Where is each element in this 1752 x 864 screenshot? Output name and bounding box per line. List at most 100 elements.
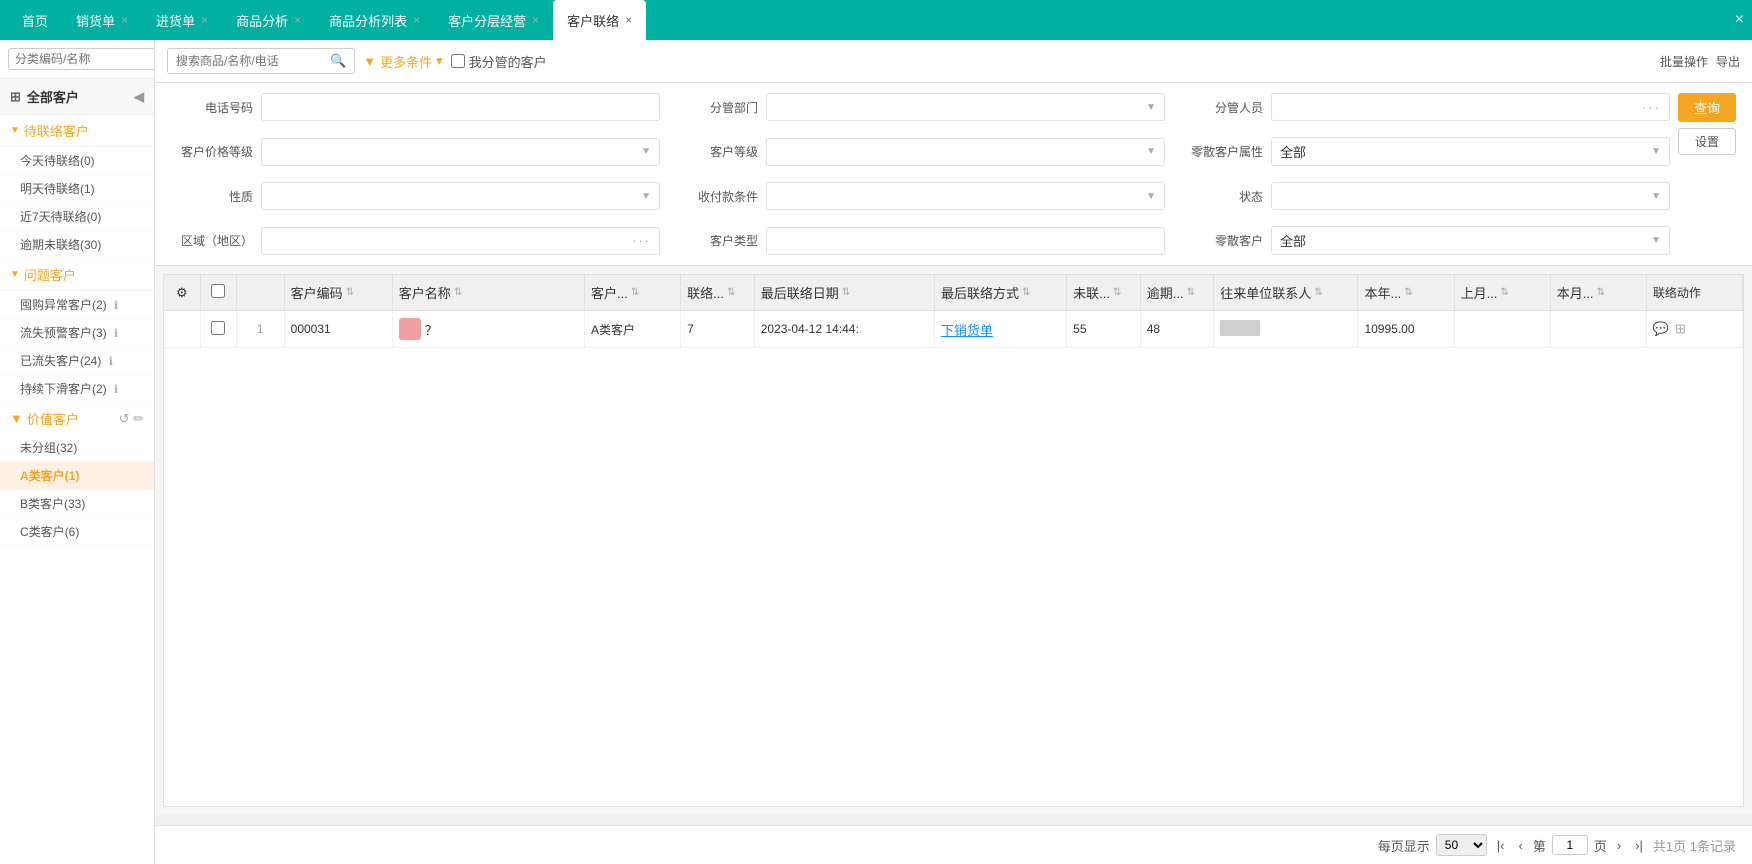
price-level-caret: ▼ <box>641 146 651 157</box>
customer-level-caret: ▼ <box>1146 146 1156 157</box>
th-check[interactable] <box>200 275 236 311</box>
th-this-month[interactable]: 本月...⇅ <box>1550 275 1646 311</box>
first-page-btn[interactable]: |‹ <box>1493 836 1509 855</box>
last-method-link[interactable]: 下销货单 <box>941 323 993 338</box>
nav-customer-layer[interactable]: 客户分层经营 × <box>434 0 553 40</box>
sidebar-item-7days[interactable]: 近7天待联络(0) <box>0 203 154 231</box>
chat-icon[interactable]: 💬 <box>1653 321 1669 337</box>
region-input[interactable]: ··· <box>261 227 660 255</box>
sidebar-item-c-class[interactable]: C类客户(6) <box>0 518 154 546</box>
retail-attr-dropdown[interactable]: 全部 ▼ <box>1271 137 1670 166</box>
person-input[interactable]: ··· <box>1271 93 1670 121</box>
this-month-sort-icon: ⇅ <box>1597 287 1605 298</box>
row-checkbox[interactable] <box>211 321 225 335</box>
th-no-contact[interactable]: 未联...⇅ <box>1067 275 1141 311</box>
last-month-sort-icon: ⇅ <box>1500 287 1508 298</box>
close-all-tabs[interactable]: × <box>1735 11 1744 29</box>
query-btn-group: 查询 设置 <box>1678 93 1736 255</box>
qr-icon[interactable]: ⊞ <box>1675 321 1686 337</box>
filter-more-btn[interactable]: ▼ 更多条件 ▾ <box>363 52 442 71</box>
declining-info-icon: ℹ <box>114 384 118 396</box>
retail-customer-dropdown[interactable]: 全部 ▼ <box>1271 226 1670 255</box>
sidebar-search-input[interactable] <box>8 48 155 70</box>
row-num: 1 <box>236 311 284 348</box>
payment-caret: ▼ <box>1146 191 1156 202</box>
last-page-btn[interactable]: ›| <box>1631 836 1647 855</box>
sidebar-item-hoarding[interactable]: 囤购异常客户(2) ℹ <box>0 291 154 319</box>
payment-dropdown[interactable]: ▼ <box>766 182 1165 210</box>
filter-my-customers[interactable]: 我分管的客户 <box>451 52 547 71</box>
export-btn[interactable]: 导出 <box>1716 53 1740 70</box>
sidebar-item-unclassified[interactable]: 未分组(32) <box>0 434 154 462</box>
page-total: 共1页 1条记录 <box>1653 836 1736 855</box>
next-page-btn[interactable]: › <box>1613 836 1625 855</box>
sidebar-item-today[interactable]: 今天待联络(0) <box>0 147 154 175</box>
query-button[interactable]: 查询 <box>1678 93 1736 122</box>
th-last-date[interactable]: 最后联络日期⇅ <box>754 275 934 311</box>
nav-goods-list[interactable]: 商品分析列表 × <box>315 0 434 40</box>
filter-phone: 电话号码 <box>171 93 660 121</box>
nav-home[interactable]: 首页 <box>8 0 62 40</box>
per-page-select[interactable]: 50 100 200 <box>1436 834 1487 856</box>
nav-goods-analysis[interactable]: 商品分析 × <box>222 0 315 40</box>
nav-sales-close[interactable]: × <box>121 13 128 27</box>
sidebar-item-churn-warning[interactable]: 流失预警客户(3) ℹ <box>0 319 154 347</box>
th-contact[interactable]: 联络...⇅ <box>681 275 755 311</box>
nav-customer-layer-close[interactable]: × <box>532 13 539 27</box>
contact-sort-icon: ⇅ <box>727 287 735 298</box>
filter-search-icon[interactable]: 🔍 <box>330 53 346 69</box>
th-this-year[interactable]: 本年...⇅ <box>1358 275 1454 311</box>
sidebar-collapse-icon[interactable]: ◀ <box>134 89 144 105</box>
nav-goods-analysis-close[interactable]: × <box>294 13 301 27</box>
th-code[interactable]: 客户编码⇅ <box>284 275 392 311</box>
dept-dropdown[interactable]: ▼ <box>766 93 1165 121</box>
th-overdue[interactable]: 逾期...⇅ <box>1140 275 1214 311</box>
select-all-checkbox[interactable] <box>211 284 225 298</box>
th-last-method[interactable]: 最后联络方式⇅ <box>934 275 1066 311</box>
nav-customer-contact[interactable]: 客户联络 × <box>553 0 646 40</box>
my-customers-checkbox[interactable] <box>451 54 465 68</box>
pending-arrow: ▼ <box>10 125 20 136</box>
sidebar-item-churned[interactable]: 已流失客户(24) ℹ <box>0 347 154 375</box>
nav-purchase-close[interactable]: × <box>201 13 208 27</box>
sidebar-item-overdue-contact[interactable]: 逾期未联络(30) <box>0 231 154 259</box>
status-dropdown[interactable]: ▼ <box>1271 182 1670 210</box>
th-last-month[interactable]: 上月...⇅ <box>1454 275 1550 311</box>
sidebar: 🔍 ⊞ 全部客户 ◀ ▼ 待联络客户 今天待联络(0) 明天待联络(1) 近7天… <box>0 40 155 864</box>
th-gear[interactable]: ⚙ <box>164 275 200 311</box>
th-type[interactable]: 客户...⇅ <box>585 275 681 311</box>
nav-goods-list-close[interactable]: × <box>413 13 420 27</box>
name-text: ？ <box>425 320 438 339</box>
value-arrow: ▼ <box>10 411 23 426</box>
nav-purchase[interactable]: 进货单 × <box>142 0 222 40</box>
pending-label: 待联络客户 <box>24 121 89 140</box>
sidebar-item-tomorrow[interactable]: 明天待联络(1) <box>0 175 154 203</box>
horizontal-scrollbar[interactable] <box>155 815 1752 825</box>
sidebar-section-problem[interactable]: ▼ 问题客户 <box>0 259 154 291</box>
th-name[interactable]: 客户名称⇅ <box>392 275 584 311</box>
nav-sales[interactable]: 销货单 × <box>62 0 142 40</box>
phone-input[interactable] <box>261 93 660 121</box>
nav-customer-contact-close[interactable]: × <box>625 13 632 27</box>
customer-type-input[interactable] <box>766 227 1165 255</box>
sidebar-section-pending[interactable]: ▼ 待联络客户 <box>0 115 154 147</box>
customer-level-dropdown[interactable]: ▼ <box>766 138 1165 166</box>
nature-dropdown[interactable]: ▼ <box>261 182 660 210</box>
th-unit-contact[interactable]: 往来单位联系人⇅ <box>1214 275 1358 311</box>
settings-button[interactable]: 设置 <box>1678 128 1736 155</box>
filter-search-container: 🔍 <box>167 48 355 74</box>
sidebar-header: ⊞ 全部客户 ◀ <box>0 79 154 115</box>
filter-search-input[interactable] <box>176 54 326 68</box>
price-level-dropdown[interactable]: ▼ <box>261 138 660 166</box>
sidebar-item-declining[interactable]: 持续下滑客户(2) ℹ <box>0 375 154 403</box>
batch-op-btn[interactable]: 批量操作 <box>1660 53 1708 70</box>
prev-page-btn[interactable]: ‹ <box>1514 836 1526 855</box>
filter-payment: 收付款条件 ▼ <box>676 182 1165 210</box>
row-check[interactable] <box>200 311 236 348</box>
this-year-sort-icon: ⇅ <box>1404 287 1412 298</box>
scroll-inner <box>155 815 1752 816</box>
sidebar-item-b-class[interactable]: B类客户(33) <box>0 490 154 518</box>
sidebar-section-value[interactable]: ▼ 价值客户 ↺ ✏ <box>0 403 154 434</box>
page-input[interactable] <box>1552 835 1588 855</box>
sidebar-item-a-class[interactable]: A类客户(1) <box>0 462 154 490</box>
